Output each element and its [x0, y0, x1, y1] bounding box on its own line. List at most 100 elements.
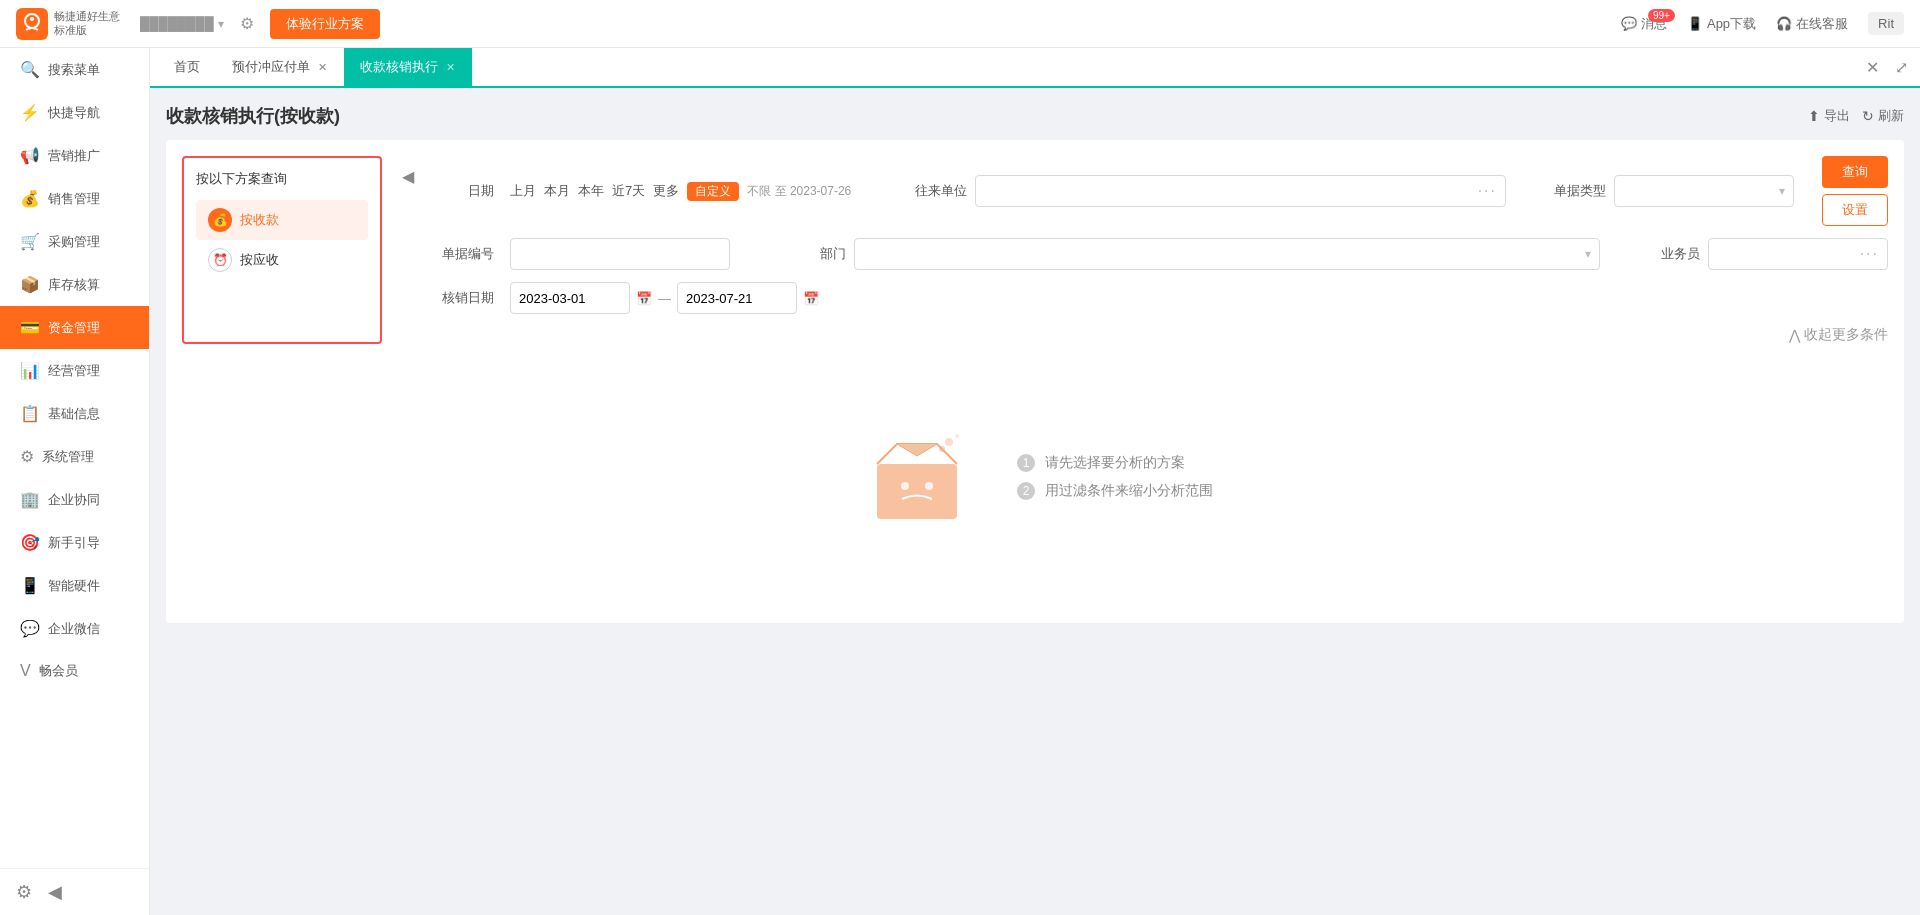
bill-type-select[interactable]: ▾: [1614, 175, 1794, 207]
receivable-icon: ⏰: [208, 248, 232, 272]
settings-icon[interactable]: ⚙: [240, 14, 254, 33]
tab-prepay[interactable]: 预付冲应付单 ✕: [216, 48, 344, 87]
shortcut-custom[interactable]: 自定义: [687, 182, 739, 201]
tab-close-all-btn[interactable]: ✕: [1862, 54, 1883, 81]
shortcut-this-month[interactable]: 本月: [544, 182, 570, 200]
sidebar-label-8: 基础信息: [48, 405, 100, 423]
tab-close-writeoff[interactable]: ✕: [446, 61, 455, 74]
staff-select[interactable]: ···: [1708, 238, 1888, 270]
app-download-link[interactable]: 📱 App下载: [1687, 15, 1756, 33]
cal-start-icon[interactable]: 📅: [636, 291, 652, 306]
sidebar-label-9: 系统管理: [42, 448, 94, 466]
online-service-link[interactable]: 🎧 在线客服: [1776, 15, 1848, 33]
sidebar-label-6: 资金管理: [48, 319, 100, 337]
svg-point-7: [945, 438, 953, 446]
bill-type-label: 单据类型: [1546, 182, 1606, 200]
writeoff-date-group: 📅 — 📅: [510, 282, 819, 314]
message-icon: 💬: [1621, 16, 1637, 31]
sidebar-item-9[interactable]: ⚙系统管理: [0, 435, 149, 478]
headset-icon: 🎧: [1776, 16, 1792, 31]
shortcut-last-month[interactable]: 上月: [510, 182, 536, 200]
message-button[interactable]: 💬 消息 99+: [1621, 15, 1667, 33]
filter-row-1: 日期 上月 本月 本年 近7天 更多 自定义 不限 至: [434, 156, 1888, 226]
sidebar-settings-icon[interactable]: ⚙: [16, 881, 32, 903]
bill-type-arrow: ▾: [1779, 184, 1785, 198]
counterparty-label: 往来单位: [907, 182, 967, 200]
sidebar-icon-13: 💬: [20, 619, 40, 638]
sidebar-item-11[interactable]: 🎯新手引导: [0, 521, 149, 564]
export-button[interactable]: ⬆ 导出: [1808, 107, 1850, 125]
sidebar-collapse-icon[interactable]: ◀: [48, 881, 62, 903]
date-label: 日期: [434, 182, 494, 200]
sidebar-item-12[interactable]: 📱智能硬件: [0, 564, 149, 607]
svg-rect-3: [877, 464, 957, 519]
sidebar-icon-7: 📊: [20, 361, 40, 380]
svg-point-2: [30, 17, 34, 21]
tab-home[interactable]: 首页: [158, 48, 216, 87]
sidebar-icon-6: 💳: [20, 318, 40, 337]
staff-label: 业务员: [1640, 245, 1700, 263]
export-icon: ⬆: [1808, 108, 1820, 124]
sidebar-label-5: 库存核算: [48, 276, 100, 294]
logo-text: 畅捷通好生意 标准版: [54, 10, 120, 36]
sidebar-item-10[interactable]: 🏢 企业协同: [0, 478, 149, 521]
company-selector[interactable]: ████████ ▾: [140, 16, 224, 31]
sidebar-item-14[interactable]: V畅会员: [0, 650, 149, 692]
cal-end-icon[interactable]: 📅: [803, 291, 819, 306]
sidebar-item-0[interactable]: 🔍搜索菜单: [0, 48, 149, 91]
user-avatar[interactable]: Rit: [1868, 12, 1904, 35]
main-layout: 🔍搜索菜单⚡快捷导航📢营销推广💰销售管理🛒采购管理📦库存核算 💳 资金管理 📊 经营管理…: [0, 48, 1920, 915]
sidebar-item-7[interactable]: 📊 经营管理: [0, 349, 149, 392]
tab-close-prepay[interactable]: ✕: [318, 61, 327, 74]
sidebar-item-3[interactable]: 💰销售管理: [0, 177, 149, 220]
writeoff-date-start-input[interactable]: [510, 282, 630, 314]
sidebar-label-13: 企业微信: [48, 620, 100, 638]
refresh-button[interactable]: ↻ 刷新: [1862, 107, 1904, 125]
sidebar-label-1: 快捷导航: [48, 104, 100, 122]
sidebar-label-4: 采购管理: [48, 233, 100, 251]
logo: 畅捷通好生意 标准版: [16, 8, 120, 40]
sidebar-label-7: 经营管理: [48, 362, 100, 380]
counterparty-dots[interactable]: ···: [1478, 182, 1497, 200]
tab-maximize-btn[interactable]: ⤢: [1891, 54, 1912, 81]
writeoff-date-end-input[interactable]: [677, 282, 797, 314]
page-body: 收款核销执行(按收款) ⬆ 导出 ↻ 刷新 按以: [150, 88, 1920, 915]
counterparty-select[interactable]: ···: [975, 175, 1506, 207]
filter-left-panel: 按以下方案查询 💰 按收款 ⏰ 按应收: [182, 156, 382, 344]
shortcut-7days[interactable]: 近7天: [612, 182, 645, 200]
shortcut-this-year[interactable]: 本年: [578, 182, 604, 200]
bill-no-input[interactable]: [510, 238, 730, 270]
sidebar-item-2[interactable]: 📢营销推广: [0, 134, 149, 177]
logo-icon: [16, 8, 48, 40]
staff-dots[interactable]: ···: [1860, 245, 1879, 263]
sidebar-icon-10: 🏢: [20, 490, 40, 509]
svg-rect-0: [16, 8, 48, 40]
dept-arrow: ▾: [1585, 247, 1591, 261]
sidebar-item-13[interactable]: 💬 企业微信: [0, 607, 149, 650]
sidebar-item-6[interactable]: 💳 资金管理: [0, 306, 149, 349]
filter-option-by-receivable[interactable]: ⏰ 按应收: [196, 240, 368, 280]
tab-writeoff[interactable]: 收款核销执行 ✕: [344, 48, 472, 87]
collapse-more-button[interactable]: ⋀ 收起更多条件: [434, 326, 1888, 344]
sidebar-label-10: 企业协同: [48, 491, 100, 509]
query-button[interactable]: 查询: [1822, 156, 1888, 188]
setting-button[interactable]: 设置: [1822, 194, 1888, 226]
filter-option-by-receipt[interactable]: 💰 按收款: [196, 200, 368, 240]
filter-row-3: 核销日期 📅 — 📅: [434, 282, 1888, 314]
top-bar-right: 💬 消息 99+ 📱 App下载 🎧 在线客服 Rit: [1621, 12, 1904, 35]
sidebar-item-4[interactable]: 🛒采购管理: [0, 220, 149, 263]
shortcut-more[interactable]: 更多: [653, 182, 679, 200]
sidebar-item-1[interactable]: ⚡快捷导航: [0, 91, 149, 134]
main-content: 首页 预付冲应付单 ✕ 收款核销执行 ✕ ✕ ⤢ 收款核销执行(按收款) ⬆: [150, 48, 1920, 915]
date-no-limit: 不限 至 2023-07-26: [747, 183, 851, 200]
tab-bar-right: ✕ ⤢: [1862, 54, 1912, 81]
tab-bar: 首页 预付冲应付单 ✕ 收款核销执行 ✕ ✕ ⤢: [150, 48, 1920, 88]
dept-label: 部门: [786, 245, 846, 263]
sidebar-item-5[interactable]: 📦库存核算: [0, 263, 149, 306]
bill-no-label: 单据编号: [434, 245, 494, 263]
promo-button[interactable]: 体验行业方案: [270, 9, 380, 39]
sidebar-icon-3: 💰: [20, 189, 40, 208]
sidebar-item-8[interactable]: 📋基础信息: [0, 392, 149, 435]
filter-collapse-toggle[interactable]: ◀: [398, 156, 418, 196]
dept-select[interactable]: ▾: [854, 238, 1600, 270]
